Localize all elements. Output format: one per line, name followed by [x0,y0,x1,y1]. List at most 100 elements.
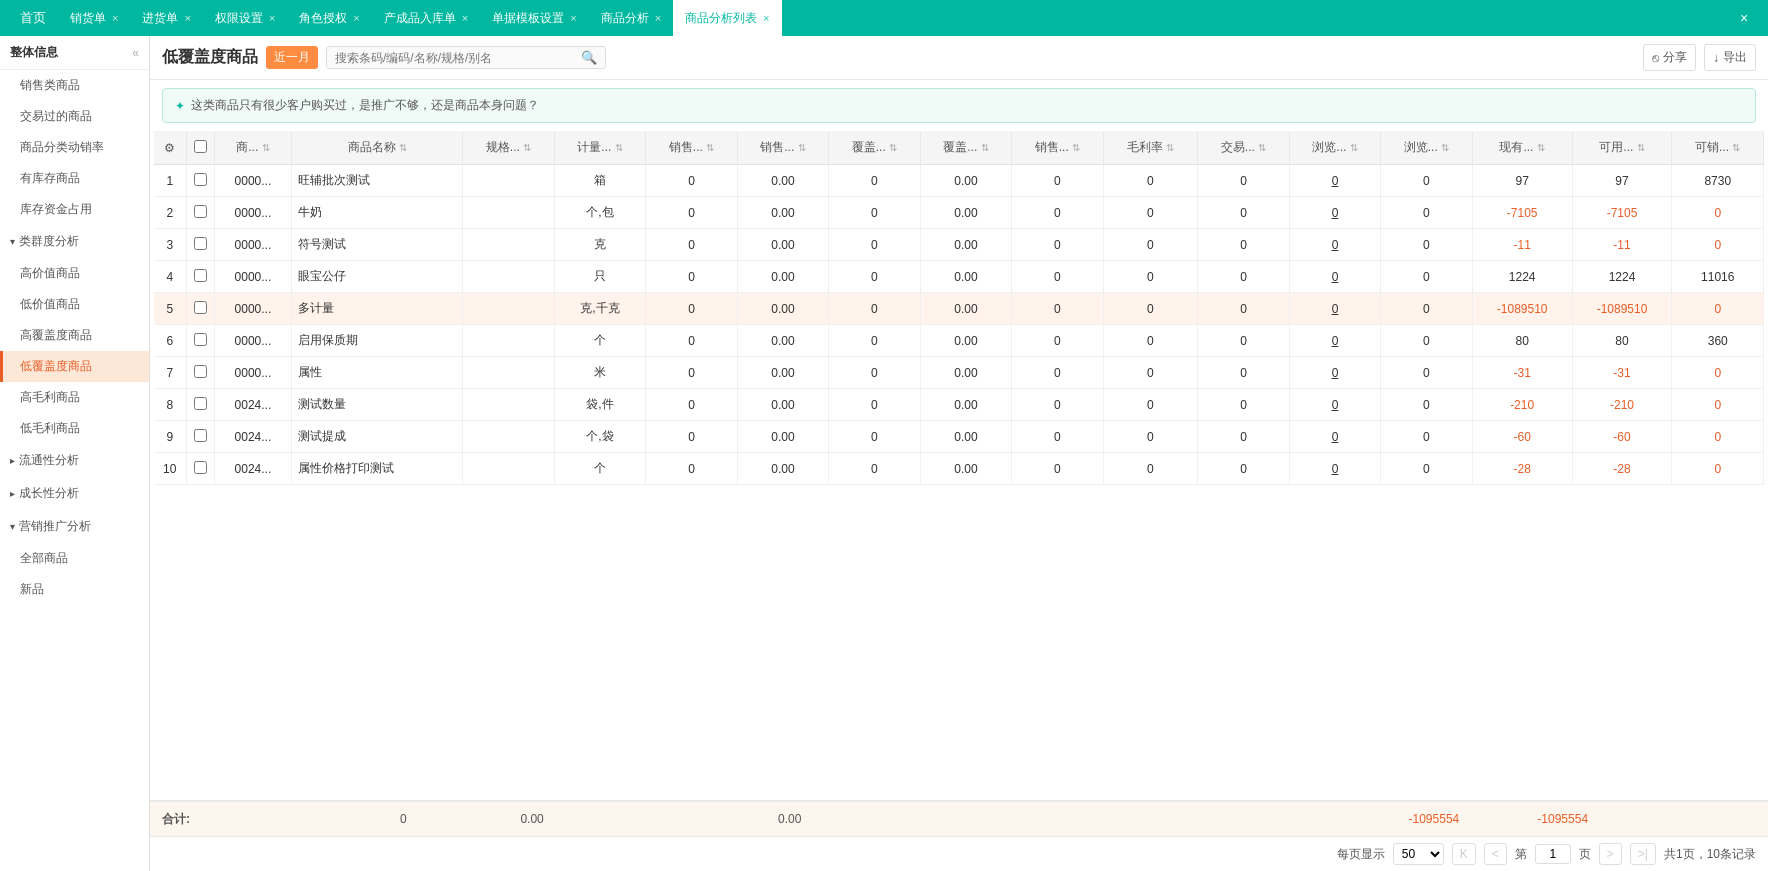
sidebar-item-capital[interactable]: 库存资金占用 [0,194,149,225]
close-permissions-tab[interactable]: × [269,12,275,24]
sidebar-item-high-value[interactable]: 高价值商品 [0,258,149,289]
th-name-label: 商品名称 [348,140,396,154]
flow-section-label: 流通性分析 [19,452,79,469]
th-spec[interactable]: 规格... ⇅ [463,131,554,165]
sidebar-item-high-coverage[interactable]: 高覆盖度商品 [0,320,149,351]
row-select-checkbox[interactable] [194,365,207,378]
row-checkbox[interactable] [186,421,214,453]
close-analysis-list-tab[interactable]: × [763,12,769,24]
row-select-checkbox[interactable] [194,269,207,282]
next-page-button[interactable]: > [1599,843,1622,865]
sidebar-collapse-btn[interactable]: « [132,46,139,60]
sidebar-item-all-goods[interactable]: 全部商品 [0,543,149,574]
row-cover2: 0.00 [920,421,1011,453]
table-wrapper[interactable]: ⚙ 商... ⇅ 商品名称 ⇅ [150,131,1768,800]
th-browse1[interactable]: 浏览... ⇅ [1289,131,1380,165]
row-select-checkbox[interactable] [194,205,207,218]
th-available[interactable]: 可用... ⇅ [1572,131,1672,165]
sidebar-item-traded-goods[interactable]: 交易过的商品 [0,101,149,132]
table-row: 80024...测试数量袋,件00.0000.0000000-210-2100 [154,389,1764,421]
row-select-checkbox[interactable] [194,301,207,314]
close-purchase-tab[interactable]: × [184,12,190,24]
close-roles-tab[interactable]: × [353,12,359,24]
sidebar-item-high-margin[interactable]: 高毛利商品 [0,382,149,413]
nav-template[interactable]: 单据模板设置 × [480,0,588,36]
sidebar-item-low-coverage[interactable]: 低覆盖度商品 [0,351,149,382]
close-analysis-tab[interactable]: × [655,12,661,24]
row-checkbox[interactable] [186,325,214,357]
last-page-button[interactable]: >| [1630,843,1656,865]
close-product-entry-tab[interactable]: × [462,12,468,24]
row-sales3: 0 [1012,165,1103,197]
first-page-button[interactable]: K [1452,843,1476,865]
th-cover2[interactable]: 覆盖... ⇅ [920,131,1011,165]
sidebar-item-stocked-goods[interactable]: 有库存商品 [0,163,149,194]
nav-analysis-list[interactable]: 商品分析列表 × [673,0,781,36]
th-settings[interactable]: ⚙ [154,131,186,165]
sidebar-section-cluster[interactable]: ▾ 类群度分析 [0,225,149,258]
row-select-checkbox[interactable] [194,237,207,250]
row-checkbox[interactable] [186,229,214,261]
row-unit: 米 [554,357,645,389]
sidebar-item-sales-goods[interactable]: 销售类商品 [0,70,149,101]
row-index: 4 [154,261,186,293]
th-cover1[interactable]: 覆盖... ⇅ [829,131,920,165]
sidebar-item-category-rate[interactable]: 商品分类动销率 [0,132,149,163]
share-button[interactable]: ⎋ 分享 [1643,44,1696,71]
row-checkbox[interactable] [186,453,214,485]
row-select-checkbox[interactable] [194,333,207,346]
page-size-select[interactable]: 50 20 100 200 [1393,843,1444,865]
row-spec [463,453,554,485]
th-sales2[interactable]: 销售... ⇅ [737,131,828,165]
window-close-button[interactable]: × [1728,0,1760,36]
th-checkbox[interactable] [186,131,214,165]
row-checkbox[interactable] [186,165,214,197]
nav-product-analysis[interactable]: 商品分析 × [589,0,673,36]
sort-cover1-icon: ⇅ [889,142,897,153]
row-select-checkbox[interactable] [194,461,207,474]
th-saleable[interactable]: 可销... ⇅ [1672,131,1764,165]
nav-sales[interactable]: 销货单 × [58,0,130,36]
th-unit[interactable]: 计量... ⇅ [554,131,645,165]
row-browse2: 0 [1381,293,1472,325]
nav-home[interactable]: 首页 [8,0,58,36]
nav-roles[interactable]: 角色授权 × [287,0,371,36]
sidebar-section-marketing[interactable]: ▾ 营销推广分析 [0,510,149,543]
row-select-checkbox[interactable] [194,397,207,410]
search-input[interactable] [335,51,581,65]
sidebar-item-new-goods[interactable]: 新品 [0,574,149,605]
export-button[interactable]: ↓ 导出 [1704,44,1756,71]
nav-purchase[interactable]: 进货单 × [130,0,202,36]
settings-icon[interactable]: ⚙ [164,141,175,155]
row-checkbox[interactable] [186,261,214,293]
th-code[interactable]: 商... ⇅ [214,131,292,165]
sidebar-section-flow[interactable]: ▸ 流通性分析 [0,444,149,477]
time-filter-button[interactable]: 近一月 [266,46,318,69]
row-checkbox[interactable] [186,197,214,229]
row-cover2: 0.00 [920,229,1011,261]
th-trade[interactable]: 交易... ⇅ [1198,131,1289,165]
row-select-checkbox[interactable] [194,173,207,186]
th-current[interactable]: 现有... ⇅ [1472,131,1572,165]
row-checkbox[interactable] [186,389,214,421]
sidebar-section-growth[interactable]: ▸ 成长性分析 [0,477,149,510]
th-name[interactable]: 商品名称 ⇅ [292,131,463,165]
page-number-input[interactable] [1535,844,1571,864]
close-template-tab[interactable]: × [570,12,576,24]
row-select-checkbox[interactable] [194,429,207,442]
sidebar-item-low-margin[interactable]: 低毛利商品 [0,413,149,444]
sidebar-item-low-value[interactable]: 低价值商品 [0,289,149,320]
th-sales3[interactable]: 销售... ⇅ [1012,131,1103,165]
th-gross[interactable]: 毛利率 ⇅ [1103,131,1198,165]
row-cover2: 0.00 [920,453,1011,485]
row-browse2: 0 [1381,165,1472,197]
th-browse2[interactable]: 浏览... ⇅ [1381,131,1472,165]
row-checkbox[interactable] [186,293,214,325]
th-sales1[interactable]: 销售... ⇅ [646,131,737,165]
nav-permissions[interactable]: 权限设置 × [203,0,287,36]
prev-page-button[interactable]: < [1484,843,1507,865]
select-all-checkbox[interactable] [194,140,207,153]
row-checkbox[interactable] [186,357,214,389]
nav-product-entry[interactable]: 产成品入库单 × [372,0,480,36]
close-sales-tab[interactable]: × [112,12,118,24]
